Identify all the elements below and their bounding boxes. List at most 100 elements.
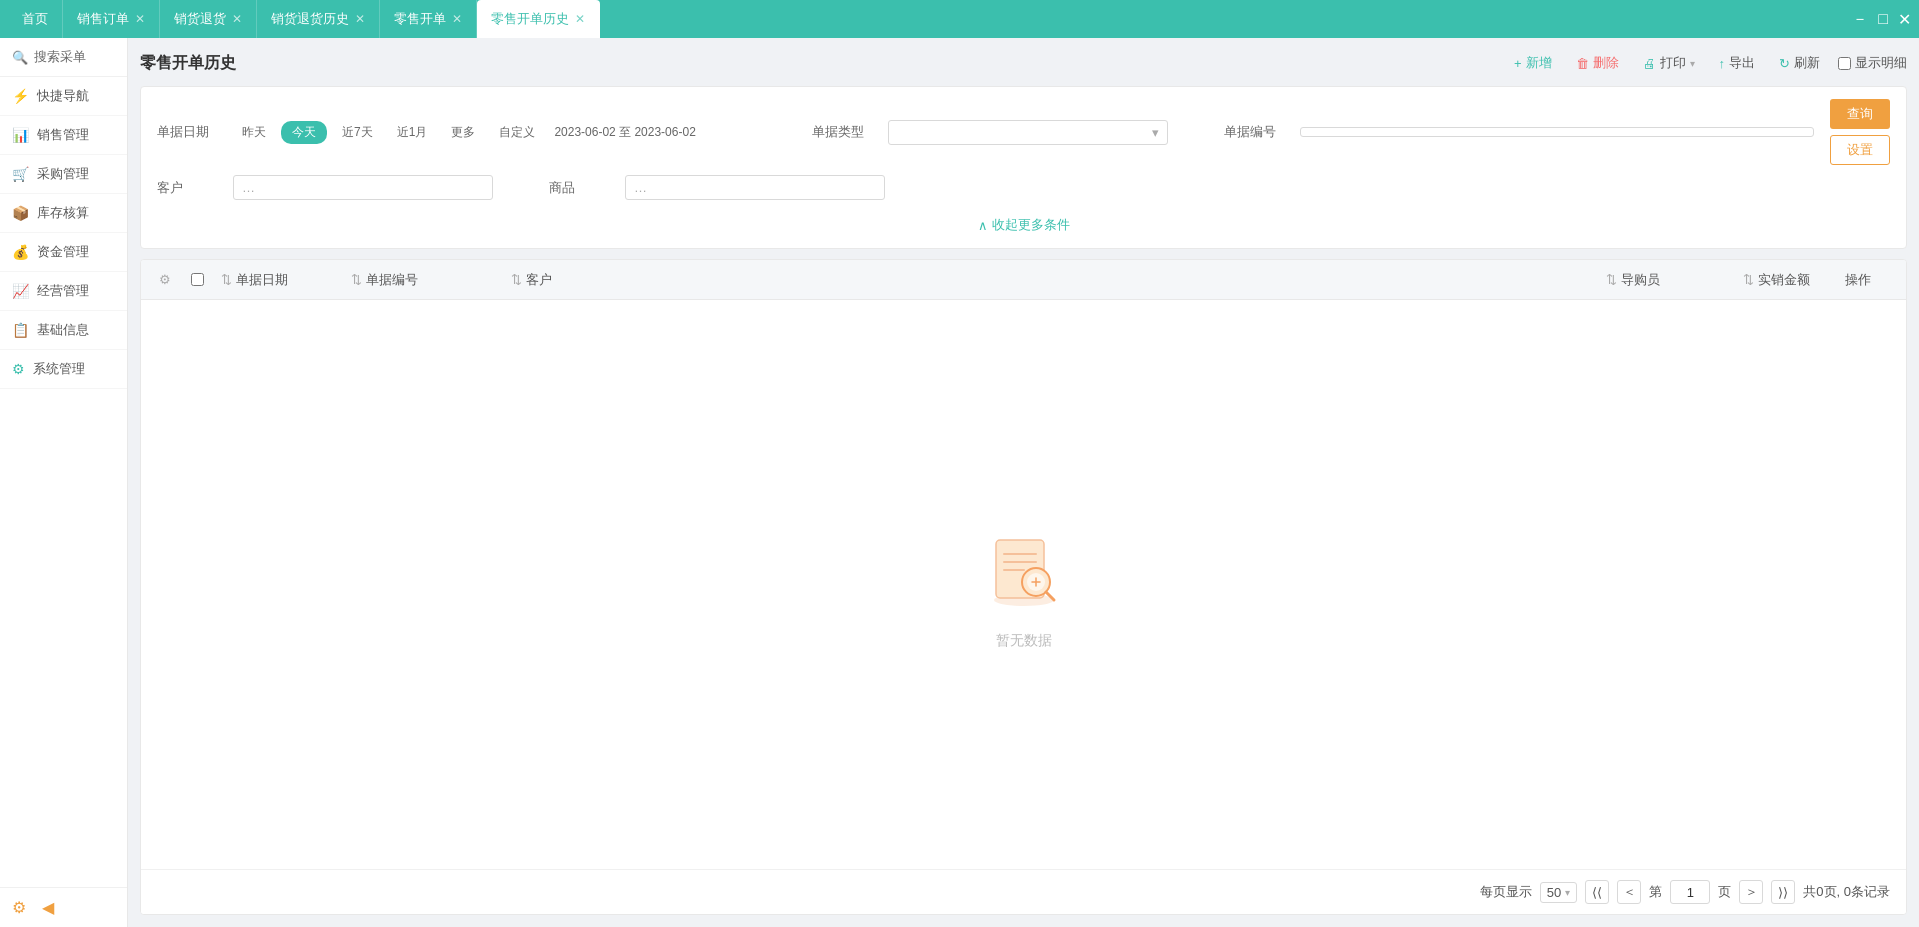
tab-sales-return-history-close[interactable]: ✕ bbox=[355, 12, 365, 26]
purchase-mgmt-icon: 🛒 bbox=[12, 166, 29, 182]
goods-input[interactable]: … bbox=[625, 175, 885, 200]
sidebar-item-base-info-label: 基础信息 bbox=[37, 321, 89, 339]
tab-home[interactable]: 首页 bbox=[8, 0, 63, 38]
total-info: 共0页, 0条记录 bbox=[1803, 883, 1890, 901]
tab-sales-order-close[interactable]: ✕ bbox=[135, 12, 145, 26]
window-controls: － □ ✕ bbox=[1852, 9, 1911, 30]
query-button[interactable]: 查询 bbox=[1830, 99, 1890, 129]
close-button[interactable]: ✕ bbox=[1898, 10, 1911, 29]
settings-button[interactable]: 设置 bbox=[1830, 135, 1890, 165]
refresh-icon: ↻ bbox=[1779, 56, 1790, 71]
tab-sales-order-label: 销售订单 bbox=[77, 10, 129, 28]
date-btn-today[interactable]: 今天 bbox=[281, 121, 327, 144]
date-btn-7days[interactable]: 近7天 bbox=[333, 121, 382, 144]
tab-retail-open-history[interactable]: 零售开单历史 ✕ bbox=[477, 0, 600, 38]
sidebar-item-sales-mgmt-label: 销售管理 bbox=[37, 126, 89, 144]
tab-sales-return-label: 销货退货 bbox=[174, 10, 226, 28]
sidebar-item-purchase-mgmt[interactable]: 🛒 采购管理 bbox=[0, 155, 127, 194]
minimize-button[interactable]: － bbox=[1852, 9, 1868, 30]
date-btn-more[interactable]: 更多 bbox=[442, 121, 484, 144]
th-amount-sort-icon[interactable]: ⇅ bbox=[1743, 272, 1754, 287]
type-select[interactable]: ▾ bbox=[888, 120, 1168, 145]
customer-dots[interactable]: … bbox=[242, 180, 255, 195]
tab-sales-return-history-label: 销货退货历史 bbox=[271, 10, 349, 28]
refresh-button[interactable]: ↻ 刷新 bbox=[1773, 50, 1826, 76]
new-button[interactable]: + 新增 bbox=[1508, 50, 1558, 76]
finance-icon: 💰 bbox=[12, 244, 29, 260]
page-next-button[interactable]: ＞ bbox=[1739, 880, 1763, 904]
sidebar-collapse-icon[interactable]: ◀ bbox=[42, 898, 54, 917]
select-all-checkbox[interactable] bbox=[191, 273, 204, 286]
page-label-suffix: 页 bbox=[1718, 883, 1731, 901]
th-number-sort-icon[interactable]: ⇅ bbox=[351, 272, 362, 287]
tab-sales-return-history[interactable]: 销货退货历史 ✕ bbox=[257, 0, 380, 38]
tab-retail-open[interactable]: 零售开单 ✕ bbox=[380, 0, 477, 38]
date-btn-yesterday[interactable]: 昨天 bbox=[233, 121, 275, 144]
table-header: ⚙ ⇅ 单据日期 ⇅ 单据编号 ⇅ 客户 ⇅ bbox=[141, 260, 1906, 300]
sidebar-item-inventory[interactable]: 📦 库存核算 bbox=[0, 194, 127, 233]
filter-panel: 单据日期 昨天 今天 近7天 近1月 更多 自定义 2023-06-02 至 2… bbox=[140, 86, 1907, 249]
page-number-input[interactable] bbox=[1670, 880, 1710, 904]
maximize-button[interactable]: □ bbox=[1878, 10, 1888, 28]
delete-button[interactable]: 🗑 删除 bbox=[1570, 50, 1625, 76]
sidebar-item-base-info[interactable]: 📋 基础信息 bbox=[0, 311, 127, 350]
show-detail-check-input[interactable] bbox=[1838, 57, 1851, 70]
table-gear-icon[interactable]: ⚙ bbox=[159, 272, 171, 287]
sidebar-gear-icon[interactable]: ⚙ bbox=[12, 898, 26, 917]
goods-dots[interactable]: … bbox=[634, 180, 647, 195]
customer-input[interactable]: … bbox=[233, 175, 493, 200]
quick-nav-icon: ⚡ bbox=[12, 88, 29, 104]
tab-sales-return[interactable]: 销货退货 ✕ bbox=[160, 0, 257, 38]
tab-retail-open-history-close[interactable]: ✕ bbox=[575, 12, 585, 26]
export-icon: ↑ bbox=[1719, 56, 1726, 71]
collapse-more-btn[interactable]: ∧ 收起更多条件 bbox=[157, 210, 1890, 236]
sidebar-item-operation[interactable]: 📈 经营管理 bbox=[0, 272, 127, 311]
export-button[interactable]: ↑ 导出 bbox=[1713, 50, 1762, 76]
th-guide-sort-icon[interactable]: ⇅ bbox=[1606, 272, 1617, 287]
number-label: 单据编号 bbox=[1224, 123, 1284, 141]
tab-bar: 首页 销售订单 ✕ 销货退货 ✕ 销货退货历史 ✕ 零售开单 ✕ 零售开单历史 … bbox=[0, 0, 1919, 38]
main-layout: 🔍 搜索采单 ⚡ 快捷导航 📊 销售管理 🛒 采购管理 📦 库存核算 💰 资金管… bbox=[0, 38, 1919, 927]
th-date-sort-icon[interactable]: ⇅ bbox=[221, 272, 232, 287]
empty-illustration bbox=[974, 520, 1074, 620]
sidebar-item-sys-mgmt[interactable]: ⚙ 系统管理 bbox=[0, 350, 127, 389]
th-customer-sort-icon[interactable]: ⇅ bbox=[511, 272, 522, 287]
print-icon: 🖨 bbox=[1643, 56, 1656, 71]
new-label: 新增 bbox=[1526, 54, 1552, 72]
delete-label: 删除 bbox=[1593, 54, 1619, 72]
th-action-label: 操作 bbox=[1845, 271, 1871, 289]
date-btn-1month[interactable]: 近1月 bbox=[388, 121, 437, 144]
show-detail-label: 显示明细 bbox=[1855, 54, 1907, 72]
toolbar: + 新增 🗑 删除 🖨 打印 ▾ ↑ 导出 ↻ 刷新 bbox=[1508, 50, 1907, 76]
collapse-more-label: 收起更多条件 bbox=[992, 216, 1070, 234]
tab-retail-open-label: 零售开单 bbox=[394, 10, 446, 28]
sidebar-search[interactable]: 🔍 搜索采单 bbox=[0, 38, 127, 77]
page-first-button[interactable]: ⟨⟨ bbox=[1585, 880, 1609, 904]
page-size-select[interactable]: 50 ▾ bbox=[1540, 882, 1577, 903]
page-last-button[interactable]: ⟩⟩ bbox=[1771, 880, 1795, 904]
page-size-value: 50 bbox=[1547, 885, 1561, 900]
sidebar-item-sales-mgmt[interactable]: 📊 销售管理 bbox=[0, 116, 127, 155]
tab-sales-return-close[interactable]: ✕ bbox=[232, 12, 242, 26]
page-prev-button[interactable]: ＜ bbox=[1617, 880, 1641, 904]
th-date-label: 单据日期 bbox=[236, 271, 288, 289]
th-gear[interactable]: ⚙ bbox=[149, 272, 181, 287]
date-btn-custom[interactable]: 自定义 bbox=[490, 121, 544, 144]
th-guide-label: 导购员 bbox=[1621, 271, 1660, 289]
page-size-chevron: ▾ bbox=[1565, 887, 1570, 898]
th-action: 操作 bbox=[1818, 271, 1898, 289]
sys-mgmt-icon: ⚙ bbox=[12, 361, 25, 377]
th-check[interactable] bbox=[181, 273, 213, 286]
print-button[interactable]: 🖨 打印 ▾ bbox=[1637, 50, 1701, 76]
sidebar-bottom: ⚙ ◀ bbox=[0, 887, 127, 927]
operation-icon: 📈 bbox=[12, 283, 29, 299]
sidebar-item-purchase-mgmt-label: 采购管理 bbox=[37, 165, 89, 183]
tab-retail-open-close[interactable]: ✕ bbox=[452, 12, 462, 26]
show-detail-checkbox[interactable]: 显示明细 bbox=[1838, 54, 1907, 72]
sidebar-item-inventory-label: 库存核算 bbox=[37, 204, 89, 222]
sidebar-item-finance[interactable]: 💰 资金管理 bbox=[0, 233, 127, 272]
tab-home-label: 首页 bbox=[22, 10, 48, 28]
tab-sales-order[interactable]: 销售订单 ✕ bbox=[63, 0, 160, 38]
number-input[interactable] bbox=[1300, 127, 1814, 137]
sidebar-item-quick-nav[interactable]: ⚡ 快捷导航 bbox=[0, 77, 127, 116]
